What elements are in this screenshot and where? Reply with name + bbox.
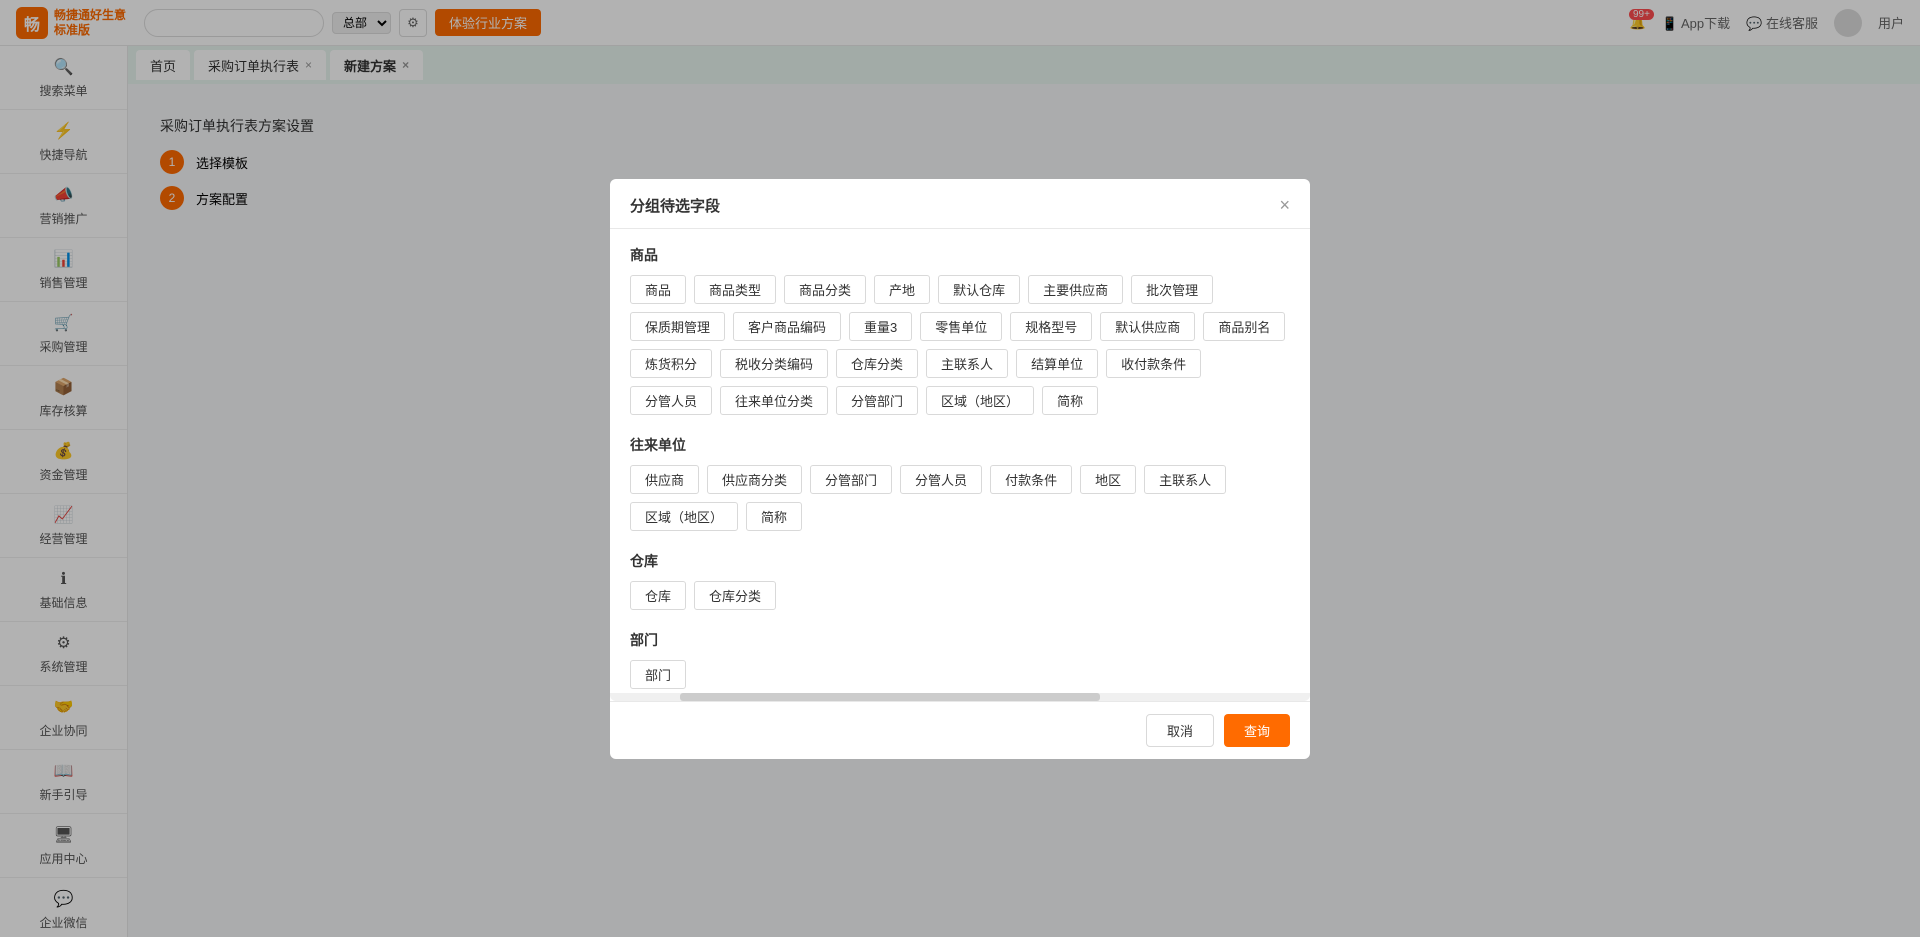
field-tag-0-2[interactable]: 商品分类 xyxy=(784,275,866,304)
field-tag-2-0[interactable]: 仓库 xyxy=(630,581,686,610)
section-title-0: 商品 xyxy=(630,245,1290,265)
cancel-button[interactable]: 取消 xyxy=(1146,714,1214,747)
field-tag-1-0[interactable]: 供应商 xyxy=(630,465,699,494)
field-tag-0-7[interactable]: 保质期管理 xyxy=(630,312,725,341)
field-tag-2-1[interactable]: 仓库分类 xyxy=(694,581,776,610)
field-grid-1: 供应商供应商分类分管部门分管人员付款条件地区主联系人区域（地区） 简称 xyxy=(630,465,1290,531)
modal-title: 分组待选字段 xyxy=(630,195,720,216)
modal-footer: 取消 查询 xyxy=(610,701,1310,759)
field-tag-1-7[interactable]: 区域（地区） xyxy=(630,502,738,531)
field-tag-3-0[interactable]: 部门 xyxy=(630,660,686,689)
confirm-button[interactable]: 查询 xyxy=(1224,714,1290,747)
field-tag-0-19[interactable]: 收付款条件 xyxy=(1106,349,1201,378)
modal: 分组待选字段 × 商品商品商品类型商品分类产地默认仓库主要供应商批次管理保质期管… xyxy=(610,179,1310,759)
field-tag-0-6[interactable]: 批次管理 xyxy=(1131,275,1213,304)
modal-header: 分组待选字段 × xyxy=(610,179,1310,229)
hscroll-thumb xyxy=(680,693,1100,701)
field-tag-0-14[interactable]: 炼货积分 xyxy=(630,349,712,378)
field-tag-0-1[interactable]: 商品类型 xyxy=(694,275,776,304)
field-tag-0-5[interactable]: 主要供应商 xyxy=(1028,275,1123,304)
modal-close-button[interactable]: × xyxy=(1279,196,1290,214)
modal-hscroll[interactable] xyxy=(610,693,1310,701)
field-tag-0-23[interactable]: 区域（地区） xyxy=(926,386,1034,415)
field-grid-0: 商品商品类型商品分类产地默认仓库主要供应商批次管理保质期管理客户商品编码重量3 零… xyxy=(630,275,1290,415)
field-tag-0-16[interactable]: 仓库分类 xyxy=(836,349,918,378)
field-tag-1-5[interactable]: 地区 xyxy=(1080,465,1136,494)
field-tag-0-18[interactable]: 结算单位 xyxy=(1016,349,1098,378)
field-tag-0-24[interactable]: 简称 xyxy=(1042,386,1098,415)
field-tag-0-3[interactable]: 产地 xyxy=(874,275,930,304)
field-tag-1-6[interactable]: 主联系人 xyxy=(1144,465,1226,494)
field-tag-0-10[interactable]: 零售单位 xyxy=(920,312,1002,341)
field-tag-1-3[interactable]: 分管人员 xyxy=(900,465,982,494)
field-tag-1-1[interactable]: 供应商分类 xyxy=(707,465,802,494)
field-tag-1-8[interactable]: 简称 xyxy=(746,502,802,531)
section-title-2: 仓库 xyxy=(630,551,1290,571)
section-title-3: 部门 xyxy=(630,630,1290,650)
field-tag-0-9[interactable]: 重量3 xyxy=(849,312,912,341)
modal-body: 商品商品商品类型商品分类产地默认仓库主要供应商批次管理保质期管理客户商品编码重量… xyxy=(610,229,1310,693)
field-tag-0-4[interactable]: 默认仓库 xyxy=(938,275,1020,304)
field-tag-1-2[interactable]: 分管部门 xyxy=(810,465,892,494)
field-tag-0-21[interactable]: 往来单位分类 xyxy=(720,386,828,415)
section-0: 商品商品商品类型商品分类产地默认仓库主要供应商批次管理保质期管理客户商品编码重量… xyxy=(630,245,1290,415)
field-tag-0-0[interactable]: 商品 xyxy=(630,275,686,304)
field-grid-3: 部门 xyxy=(630,660,1290,689)
section-1: 往来单位供应商供应商分类分管部门分管人员付款条件地区主联系人区域（地区） 简称 xyxy=(630,435,1290,531)
field-tag-1-4[interactable]: 付款条件 xyxy=(990,465,1072,494)
field-tag-0-11[interactable]: 规格型号 xyxy=(1010,312,1092,341)
section-title-1: 往来单位 xyxy=(630,435,1290,455)
section-2: 仓库仓库仓库分类 xyxy=(630,551,1290,610)
field-tag-0-17[interactable]: 主联系人 xyxy=(926,349,1008,378)
field-tag-0-8[interactable]: 客户商品编码 xyxy=(733,312,841,341)
field-tag-0-12[interactable]: 默认供应商 xyxy=(1100,312,1195,341)
field-tag-0-20[interactable]: 分管人员 xyxy=(630,386,712,415)
field-tag-0-15[interactable]: 税收分类编码 xyxy=(720,349,828,378)
field-tag-0-13[interactable]: 商品别名 xyxy=(1203,312,1285,341)
modal-overlay: 分组待选字段 × 商品商品商品类型商品分类产地默认仓库主要供应商批次管理保质期管… xyxy=(0,0,1920,937)
field-tag-0-22[interactable]: 分管部门 xyxy=(836,386,918,415)
section-3: 部门部门 xyxy=(630,630,1290,689)
field-grid-2: 仓库仓库分类 xyxy=(630,581,1290,610)
